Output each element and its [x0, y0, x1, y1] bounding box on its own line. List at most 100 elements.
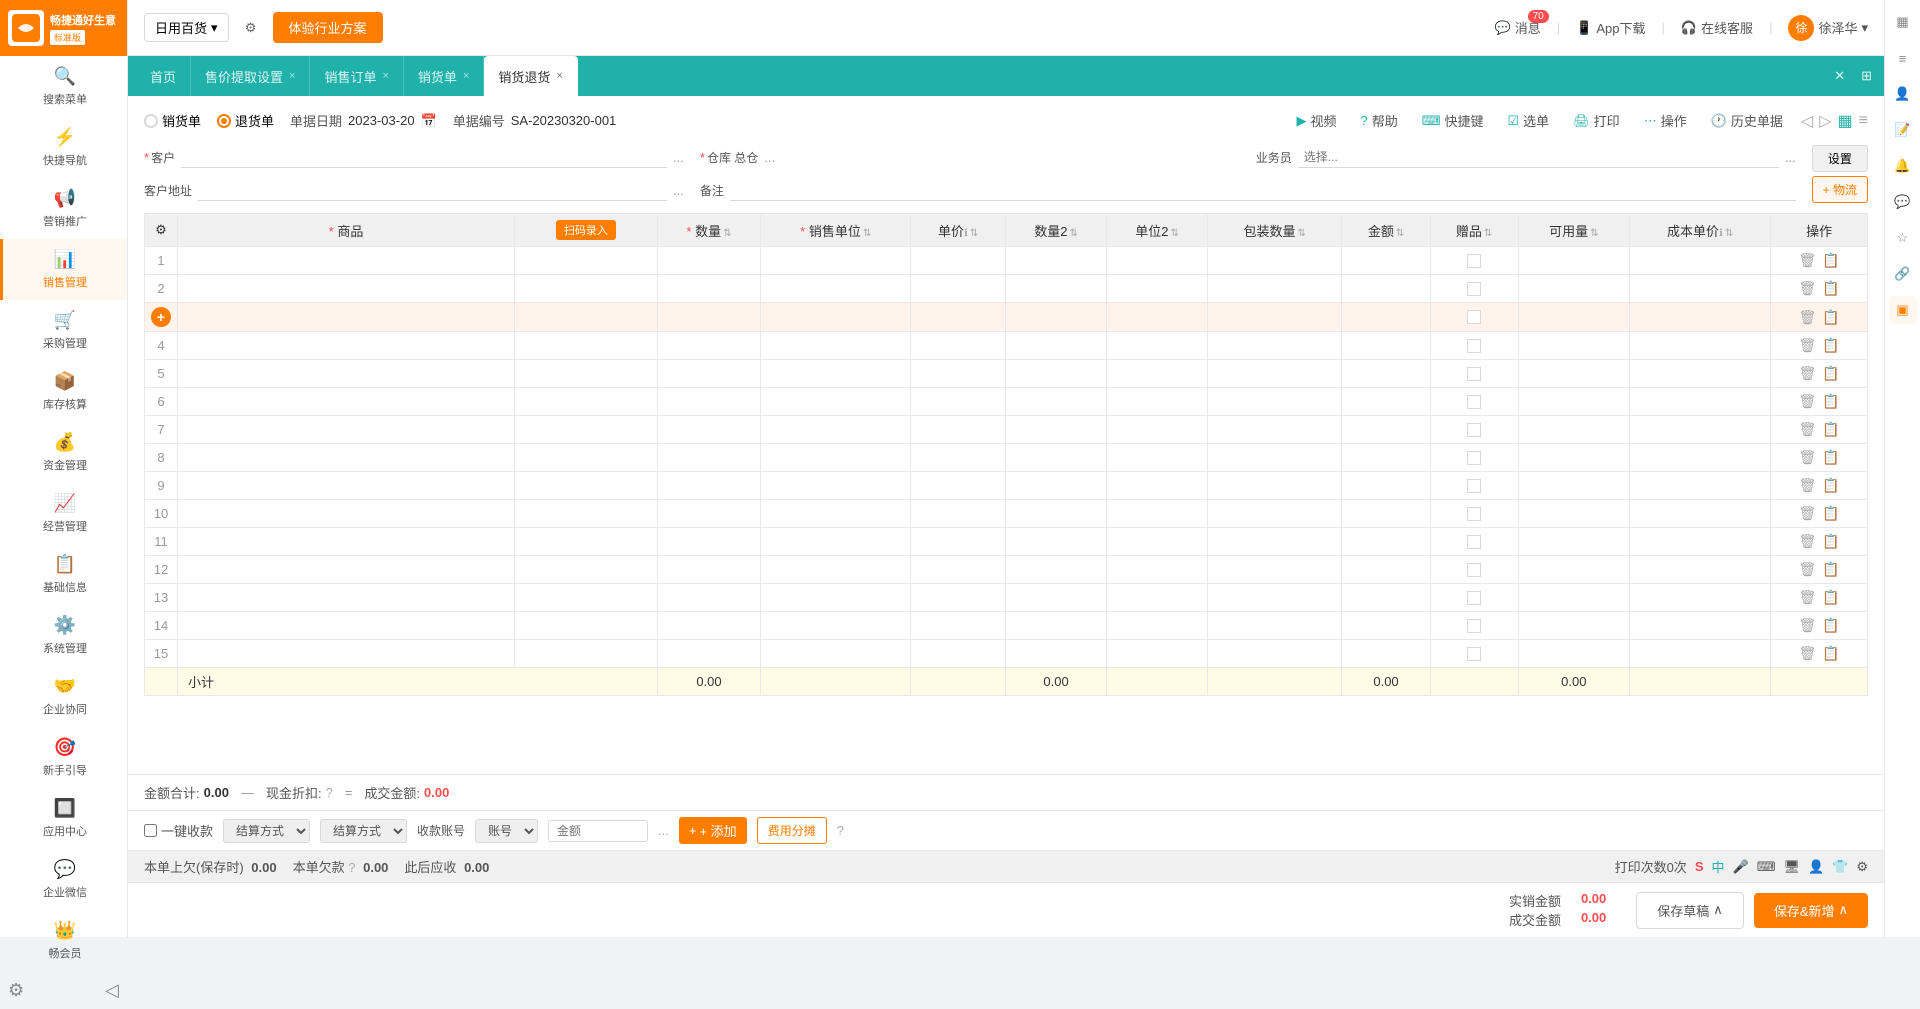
sidebar-item-shortcut[interactable]: ⚡ 快捷导航 — [0, 117, 127, 178]
row-3-qty2[interactable] — [1006, 303, 1107, 332]
row-2-pack[interactable] — [1208, 275, 1342, 303]
right-sidebar-link-icon[interactable]: 🔗 — [1889, 260, 1917, 288]
print-btn[interactable]: 🖨 打印 — [1567, 108, 1626, 133]
row-11-qty2[interactable] — [1006, 528, 1107, 556]
row-15-amount[interactable] — [1342, 640, 1430, 668]
one-click-checkbox[interactable] — [144, 824, 157, 837]
sidebar-item-wechat[interactable]: 💬 企业微信 — [0, 849, 127, 910]
row-1-qty2[interactable] — [1006, 247, 1107, 275]
row-12-gift[interactable] — [1430, 556, 1518, 584]
operate-btn[interactable]: ⋯ 操作 — [1638, 108, 1693, 133]
row-4-amount[interactable] — [1342, 332, 1430, 360]
copy-icon-12[interactable]: 📋 — [1822, 561, 1839, 578]
row-5-pack[interactable] — [1208, 360, 1342, 388]
row-8-product[interactable] — [178, 444, 515, 472]
copy-icon-14[interactable]: 📋 — [1822, 617, 1839, 634]
sidebar-item-marketing[interactable]: 📢 营销推广 — [0, 178, 127, 239]
right-sidebar-bell-icon[interactable]: 🔔 — [1889, 152, 1917, 180]
row-6-amount[interactable] — [1342, 388, 1430, 416]
row-2-unit[interactable] — [761, 275, 911, 303]
right-sidebar-orange-panel[interactable]: ▣ — [1889, 296, 1917, 324]
tab-销货退货[interactable]: 销货退货× — [484, 56, 577, 96]
message-button[interactable]: 💬 消息 70 — [1495, 18, 1541, 37]
gift-checkbox-3[interactable] — [1467, 310, 1481, 324]
tshirt-icon[interactable]: 👕 — [1832, 859, 1848, 875]
sidebar-item-sales[interactable]: 📊 销售管理 — [0, 239, 127, 300]
row-10-amount[interactable] — [1342, 500, 1430, 528]
online-service-button[interactable]: 🎧 在线客服 — [1681, 18, 1753, 37]
scan-button[interactable]: 扫码录入 — [556, 220, 616, 240]
row-3-available[interactable] — [1518, 303, 1629, 332]
row-7-available[interactable] — [1518, 416, 1629, 444]
row-9-pack[interactable] — [1208, 472, 1342, 500]
copy-icon-6[interactable]: 📋 — [1822, 393, 1839, 410]
row-14-amount[interactable] — [1342, 612, 1430, 640]
row-10-price[interactable] — [911, 500, 1006, 528]
copy-icon-9[interactable]: 📋 — [1822, 477, 1839, 494]
row-4-cost[interactable] — [1629, 332, 1770, 360]
gift-checkbox-6[interactable] — [1467, 395, 1481, 409]
row-10-product[interactable] — [178, 500, 515, 528]
row-13-qty2[interactable] — [1006, 584, 1107, 612]
right-sidebar-list-view[interactable]: ≡ — [1889, 44, 1917, 72]
row-8-amount[interactable] — [1342, 444, 1430, 472]
fee-split-button[interactable]: 费用分摊 — [757, 817, 827, 844]
calendar-icon[interactable]: 📅 — [421, 113, 437, 129]
fee-help-icon[interactable]: ? — [837, 823, 844, 838]
row-12-unit[interactable] — [761, 556, 911, 584]
row-5-qty2[interactable] — [1006, 360, 1107, 388]
row-10-available[interactable] — [1518, 500, 1629, 528]
settle-method-select[interactable]: 结算方式 — [223, 819, 310, 843]
row-7-unit[interactable] — [761, 416, 911, 444]
shortcut-btn[interactable]: ⌨ 快捷键 — [1416, 108, 1490, 133]
customer-dots[interactable]: ... — [673, 150, 684, 165]
row-11-product[interactable] — [178, 528, 515, 556]
row-14-available[interactable] — [1518, 612, 1629, 640]
row-1-qty[interactable] — [657, 247, 761, 275]
right-sidebar-grid-view[interactable]: ▦ — [1889, 8, 1917, 36]
row-2-amount[interactable] — [1342, 275, 1430, 303]
copy-icon-2[interactable]: 📋 — [1822, 280, 1839, 297]
address-input[interactable] — [198, 180, 667, 201]
delete-icon-10[interactable]: 🗑 — [1798, 505, 1816, 522]
row-3-gift[interactable] — [1430, 303, 1518, 332]
row-13-gift[interactable] — [1430, 584, 1518, 612]
row-13-pack[interactable] — [1208, 584, 1342, 612]
row-13-price[interactable] — [911, 584, 1006, 612]
row-15-unit[interactable] — [761, 640, 911, 668]
row-14-gift[interactable] — [1430, 612, 1518, 640]
sidebar-item-operation[interactable]: 📈 经营管理 — [0, 483, 127, 544]
row-5-cost[interactable] — [1629, 360, 1770, 388]
row-7-gift[interactable] — [1430, 416, 1518, 444]
settings-icon[interactable]: ⚙ — [8, 980, 24, 1001]
row-7-cost[interactable] — [1629, 416, 1770, 444]
row-8-gift[interactable] — [1430, 444, 1518, 472]
row-2-unit2[interactable] — [1107, 275, 1208, 303]
row-5-unit2[interactable] — [1107, 360, 1208, 388]
row-5-product[interactable] — [178, 360, 515, 388]
row-2-product[interactable] — [178, 275, 515, 303]
row-13-qty[interactable] — [657, 584, 761, 612]
row-12-pack[interactable] — [1208, 556, 1342, 584]
settings-bar-icon[interactable]: ⚙ — [1856, 859, 1868, 875]
sidebar-item-apps[interactable]: 🔲 应用中心 — [0, 788, 127, 849]
summary-method-select[interactable]: 结算方式 — [320, 819, 407, 843]
row-4-unit[interactable] — [761, 332, 911, 360]
row-4-available[interactable] — [1518, 332, 1629, 360]
row-12-qty2[interactable] — [1006, 556, 1107, 584]
row-4-price[interactable] — [911, 332, 1006, 360]
row-10-unit2[interactable] — [1107, 500, 1208, 528]
copy-icon-15[interactable]: 📋 — [1822, 645, 1839, 662]
row-13-unit2[interactable] — [1107, 584, 1208, 612]
right-sidebar-star-icon[interactable]: ☆ — [1889, 224, 1917, 252]
dots-icon[interactable]: ... — [658, 823, 669, 838]
row-6-cost[interactable] — [1629, 388, 1770, 416]
gift-checkbox-12[interactable] — [1467, 563, 1481, 577]
row-8-unit[interactable] — [761, 444, 911, 472]
copy-icon-4[interactable]: 📋 — [1822, 337, 1839, 354]
row-11-pack[interactable] — [1208, 528, 1342, 556]
right-sidebar-chat-icon[interactable]: 💬 — [1889, 188, 1917, 216]
user-menu[interactable]: 徐 徐泽华 ▾ — [1788, 15, 1868, 41]
next-icon[interactable]: ▷ — [1819, 111, 1831, 131]
row-12-amount[interactable] — [1342, 556, 1430, 584]
